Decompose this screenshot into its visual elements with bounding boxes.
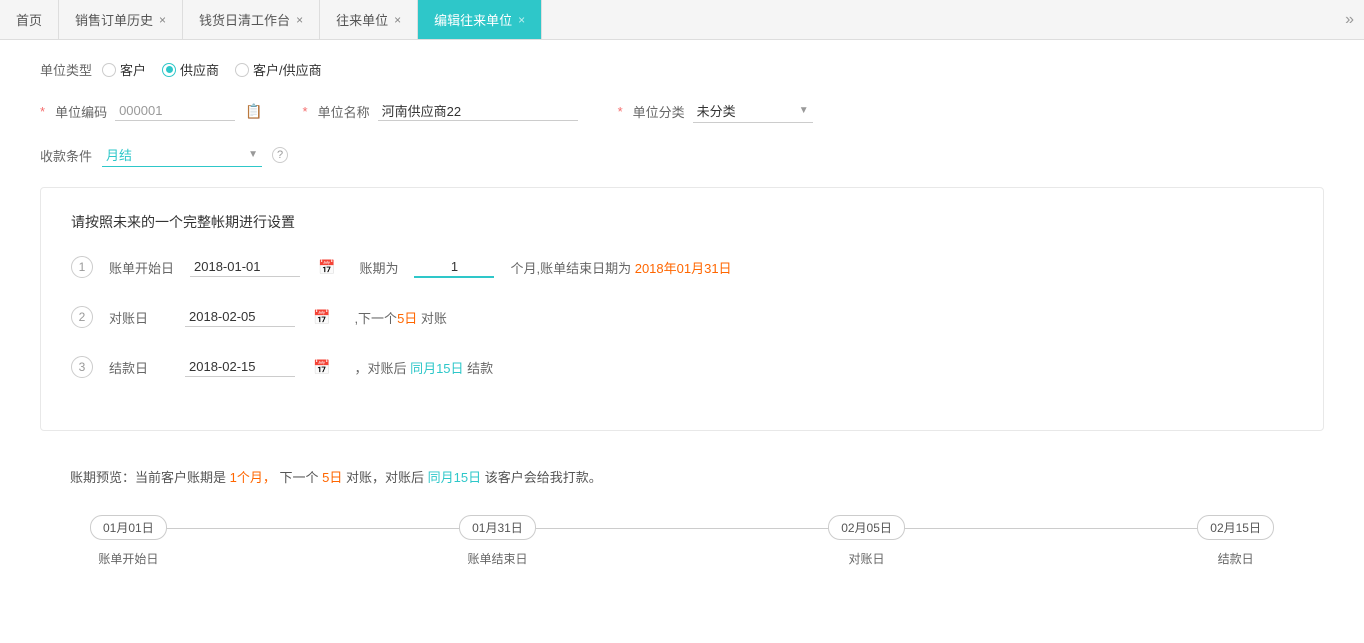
- radio-customer-circle: [102, 63, 116, 77]
- timeline-badge-1: 01月01日: [90, 515, 167, 540]
- preview-reconcile-middle: 对账，对账后: [346, 470, 424, 485]
- step-row-2: 2 对账日 📅 ,下一个5日 对账: [71, 306, 1293, 328]
- timeline-point-4: 02月15日 结款日: [1197, 516, 1274, 567]
- preview-reconcile-prefix: 下一个: [280, 470, 319, 485]
- tab-cash-work-label: 钱货日清工作台: [199, 10, 290, 29]
- payment-condition-value: 月结: [106, 145, 244, 164]
- code-copy-icon[interactable]: 📋: [245, 103, 262, 120]
- tab-more-icon: »: [1345, 11, 1354, 29]
- preview-reconcile-highlight: 5日: [322, 470, 342, 485]
- step-row-3: 3 结款日 📅 ，对账后 同月15日 结款: [71, 356, 1293, 378]
- close-edit-partner-icon[interactable]: ×: [518, 13, 525, 27]
- timeline-label-4: 结款日: [1218, 550, 1254, 567]
- step2-date-input[interactable]: [185, 307, 295, 327]
- tab-home[interactable]: 首页: [0, 0, 59, 39]
- tab-partner-unit-label: 往来单位: [336, 10, 388, 29]
- tab-partner-unit[interactable]: 往来单位 ×: [320, 0, 418, 39]
- radio-customer[interactable]: 客户: [102, 60, 146, 79]
- settings-card: 请按照未来的一个完整帐期进行设置 1 账单开始日 📅 账期为 个月,账单结束日期…: [40, 187, 1324, 431]
- timeline-point-2: 01月31日 账单结束日: [459, 516, 536, 567]
- unit-type-row: 单位类型 客户 供应商 客户/供应商: [40, 60, 1324, 79]
- step-num-2: 2: [71, 306, 93, 328]
- radio-both[interactable]: 客户/供应商: [235, 60, 322, 79]
- step-num-1: 1: [71, 256, 93, 278]
- tab-sales-order-label: 销售订单历史: [75, 10, 153, 29]
- period-end-date: 2018年01月31日: [635, 261, 732, 276]
- unit-info-row: * 单位编码 📋 * 单位名称 * 单位分类 未分类 ▼: [40, 99, 1324, 123]
- timeline-label-3: 对账日: [849, 550, 885, 567]
- radio-both-label: 客户/供应商: [253, 60, 322, 79]
- name-required: *: [303, 104, 308, 119]
- close-partner-unit-icon[interactable]: ×: [394, 13, 401, 27]
- step1-calendar-icon[interactable]: 📅: [318, 259, 335, 276]
- timeline-point-3: 02月05日 对账日: [828, 516, 905, 567]
- tab-edit-partner-label: 编辑往来单位: [434, 10, 512, 29]
- card-title: 请按照未来的一个完整帐期进行设置: [71, 212, 1293, 232]
- code-required: *: [40, 104, 45, 119]
- unit-name-input[interactable]: [378, 101, 578, 121]
- preview-payment-highlight: 同月15日: [428, 470, 481, 485]
- radio-supplier-circle: [162, 63, 176, 77]
- step3-suffix: ，对账后 同月15日 结款: [354, 358, 493, 377]
- tab-cash-work[interactable]: 钱货日清工作台 ×: [183, 0, 320, 39]
- unit-name-label: 单位名称: [318, 102, 370, 121]
- radio-supplier-label: 供应商: [180, 60, 219, 79]
- unit-type-label: 单位类型: [40, 60, 92, 79]
- payment-dropdown-icon: ▼: [248, 149, 258, 160]
- close-sales-order-icon[interactable]: ×: [159, 13, 166, 27]
- step3-highlight: 同月15日: [410, 361, 463, 376]
- category-dropdown-icon: ▼: [799, 105, 809, 116]
- step2-calendar-icon[interactable]: 📅: [313, 309, 330, 326]
- payment-condition-select[interactable]: 月结 ▼: [102, 143, 262, 167]
- timeline-point-1: 01月01日 账单开始日: [90, 516, 167, 567]
- preview-payment-end: 该客户会给我打款。: [485, 470, 602, 485]
- radio-both-circle: [235, 63, 249, 77]
- timeline-points: 01月01日 账单开始日 01月31日 账单结束日 02月05日: [90, 516, 1274, 567]
- help-question-mark: ?: [277, 149, 283, 161]
- timeline-badge-2: 01月31日: [459, 515, 536, 540]
- tab-sales-order[interactable]: 销售订单历史 ×: [59, 0, 183, 39]
- tab-home-label: 首页: [16, 10, 42, 29]
- step2-suffix: ,下一个5日 对账: [354, 308, 446, 327]
- tab-more-button[interactable]: »: [1335, 0, 1364, 39]
- unit-type-radio-group: 客户 供应商 客户/供应商: [102, 60, 322, 79]
- help-icon[interactable]: ?: [272, 147, 288, 163]
- preview-label: 账期预览：当前客户账期是: [70, 470, 226, 485]
- payment-row: 收款条件 月结 ▼ ?: [40, 143, 1324, 167]
- step-label-1: 账单开始日: [109, 258, 174, 277]
- unit-code-label: 单位编码: [55, 102, 107, 121]
- tab-bar: 首页 销售订单历史 × 钱货日清工作台 × 往来单位 × 编辑往来单位 × »: [0, 0, 1364, 40]
- radio-supplier[interactable]: 供应商: [162, 60, 219, 79]
- step1-date-input[interactable]: [190, 257, 300, 277]
- timeline-badge-3: 02月05日: [828, 515, 905, 540]
- step3-calendar-icon[interactable]: 📅: [313, 359, 330, 376]
- preview-period: 1个月，: [230, 470, 276, 485]
- step1-period-unit: 个月,账单结束日期为 2018年01月31日: [510, 258, 731, 277]
- timeline-container: 01月01日 账单开始日 01月31日 账单结束日 02月05日: [70, 506, 1294, 607]
- step-label-2: 对账日: [109, 308, 169, 327]
- tab-edit-partner[interactable]: 编辑往来单位 ×: [418, 0, 542, 39]
- timeline-label-2: 账单结束日: [467, 550, 527, 567]
- preview-text: 账期预览：当前客户账期是 1个月， 下一个 5日 对账，对账后 同月15日 该客…: [70, 467, 1294, 486]
- step1-suffix-prefix: 账期为: [359, 258, 398, 277]
- preview-section: 账期预览：当前客户账期是 1个月， 下一个 5日 对账，对账后 同月15日 该客…: [40, 451, 1324, 623]
- main-content: 单位类型 客户 供应商 客户/供应商 * 单位编码 📋 * 单位名称: [0, 40, 1364, 643]
- timeline-badge-4: 02月15日: [1197, 515, 1274, 540]
- step3-date-input[interactable]: [185, 357, 295, 377]
- unit-category-value: 未分类: [697, 101, 795, 120]
- step2-highlight: 5日: [397, 311, 417, 326]
- step-num-3: 3: [71, 356, 93, 378]
- unit-category-label: 单位分类: [633, 102, 685, 121]
- step-label-3: 结款日: [109, 358, 169, 377]
- payment-label: 收款条件: [40, 146, 92, 165]
- step-row-1: 1 账单开始日 📅 账期为 个月,账单结束日期为 2018年01月31日: [71, 256, 1293, 278]
- period-unit-text: 个月,账单结束日期为: [510, 261, 631, 276]
- cat-required: *: [618, 104, 623, 119]
- timeline-label-1: 账单开始日: [98, 550, 158, 567]
- close-cash-work-icon[interactable]: ×: [296, 13, 303, 27]
- period-input[interactable]: [414, 257, 494, 278]
- radio-customer-label: 客户: [120, 60, 146, 79]
- unit-category-select[interactable]: 未分类 ▼: [693, 99, 813, 123]
- unit-code-input[interactable]: [115, 101, 235, 121]
